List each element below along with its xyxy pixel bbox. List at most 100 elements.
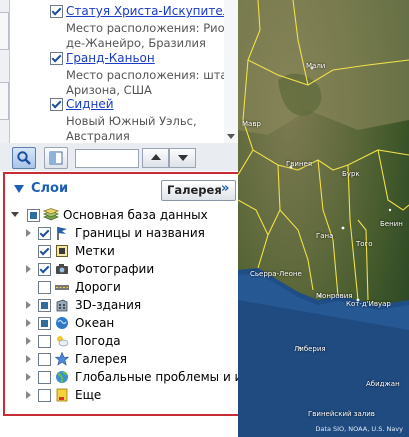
expand-arrow-icon[interactable] (26, 265, 31, 273)
move-down-button[interactable] (169, 148, 196, 168)
map-label: Того (356, 240, 373, 248)
search-input[interactable] (75, 149, 139, 168)
place-checkbox[interactable] (50, 52, 63, 65)
layer-checkbox[interactable] (38, 227, 51, 240)
layers-header[interactable]: Слои Галерея » (5, 174, 238, 204)
map-view[interactable]: Мали Мавр Гвинея Бурк Гана Того Бенин Мо… (238, 0, 409, 437)
layer-item-ocean[interactable]: Океан (5, 314, 238, 332)
layer-label: Метки (75, 244, 115, 258)
layer-checkbox[interactable] (38, 389, 51, 402)
layers-title: Слои (31, 181, 69, 196)
scroll-down-icon[interactable] (227, 134, 235, 139)
map-label: Гвинейский залив (308, 410, 375, 418)
layer-label: Океан (75, 316, 115, 330)
panel-toggle-button[interactable] (44, 147, 68, 169)
layer-label: Границы и названия (75, 226, 205, 240)
place-title-link[interactable]: Гранд-Каньон (66, 51, 155, 65)
layer-checkbox[interactable] (38, 299, 51, 312)
layer-label: 3D-здания (75, 298, 142, 312)
panel-icon (49, 151, 63, 165)
map-label: Бенин (380, 220, 403, 228)
side-tab[interactable] (0, 12, 9, 50)
place-description: Место расположения: штат Аризона, США (66, 68, 235, 97)
expand-arrow-icon[interactable] (26, 337, 31, 345)
expand-arrow-icon[interactable] (26, 355, 31, 363)
expand-arrow-icon[interactable] (26, 373, 31, 381)
magnifier-icon (17, 151, 31, 165)
label-icon (55, 244, 69, 258)
layer-checkbox[interactable] (38, 371, 51, 384)
layer-item-gallery[interactable]: Галерея (5, 350, 238, 368)
places-list: Статуя Христа-Искупителя Место расположе… (0, 0, 238, 144)
layer-checkbox[interactable] (38, 317, 51, 330)
place-description: Новый Южный Уэльс, Австралия (66, 114, 197, 143)
map-label: Мали (306, 62, 326, 70)
star-icon (54, 351, 70, 366)
layer-root[interactable]: Основная база данных (5, 206, 238, 224)
place-description: Место расположения: Рио-де-Жанейро, Браз… (66, 21, 229, 50)
layer-checkbox[interactable] (38, 353, 51, 366)
layer-label: Галерея (75, 352, 127, 366)
side-tab[interactable] (0, 82, 9, 120)
layer-label: Фотографии (75, 262, 155, 276)
collapse-triangle-icon[interactable] (14, 185, 24, 193)
layers-panel: Слои Галерея » Основная база данных Гран… (3, 172, 254, 416)
expand-arrow-icon[interactable] (26, 229, 31, 237)
map-label: Либерия (294, 345, 326, 353)
map-label: Бурк (342, 170, 360, 178)
layer-checkbox[interactable] (38, 263, 51, 276)
layer-item-global-issues[interactable]: Глобальные проблемы и и... (5, 368, 254, 386)
layer-checkbox[interactable] (38, 335, 51, 348)
expand-toggle-icon[interactable] (11, 212, 19, 217)
arrow-up-icon (151, 154, 161, 160)
place-checkbox[interactable] (50, 5, 63, 18)
layer-item-labels[interactable]: Метки (5, 242, 238, 260)
road-icon (55, 280, 69, 294)
map-label: Гана (316, 232, 334, 240)
place-title-link[interactable]: Сидней (66, 97, 114, 111)
layer-item-photos[interactable]: Фотографии (5, 260, 238, 278)
layer-item-weather[interactable]: Погода (5, 332, 238, 350)
arrow-down-icon (178, 155, 188, 161)
more-icon (55, 388, 69, 402)
place-title-link[interactable]: Статуя Христа-Искупителя (66, 4, 238, 18)
place-checkbox[interactable] (50, 98, 63, 111)
map-label: Монровия (316, 292, 353, 300)
layer-item-more[interactable]: Еще (5, 386, 238, 404)
map-label: Гвинея (286, 160, 313, 168)
map-label: Мавр (242, 120, 261, 128)
weather-icon (55, 334, 69, 348)
double-chevron-icon: » (221, 181, 230, 196)
layer-item-3d-buildings[interactable]: 3D-здания (5, 296, 238, 314)
expand-arrow-icon[interactable] (26, 301, 31, 309)
expand-arrow-icon[interactable] (26, 391, 31, 399)
database-icon (42, 208, 60, 222)
layer-checkbox[interactable] (38, 245, 51, 258)
layer-item-borders[interactable]: Границы и названия (5, 224, 238, 242)
camera-icon (55, 262, 69, 276)
map-label: Абиджан (366, 380, 400, 388)
flag-icon (55, 226, 69, 240)
expand-arrow-icon[interactable] (26, 319, 31, 327)
layer-checkbox[interactable] (27, 209, 40, 222)
map-label: Кот-д'Ивуар (346, 300, 391, 308)
move-up-button[interactable] (142, 148, 169, 168)
places-toolbar (0, 143, 238, 171)
layer-label: Дороги (75, 280, 121, 294)
places-scrollbar[interactable] (224, 0, 238, 143)
ocean-icon (55, 316, 69, 330)
building-icon (55, 298, 69, 312)
gallery-button-label: Галерея (167, 183, 222, 197)
map-copyright: Data SIO, NOAA, U.S. Navy (315, 425, 403, 433)
layer-label: Погода (75, 334, 121, 348)
map-label: Сьерра-Леоне (250, 270, 302, 278)
layer-checkbox[interactable] (38, 281, 51, 294)
layer-label: Глобальные проблемы и и... (75, 370, 254, 384)
layer-label: Еще (75, 388, 102, 402)
globe-icon (55, 370, 69, 384)
layer-item-roads[interactable]: Дороги (5, 278, 238, 296)
gallery-button[interactable]: Галерея » (161, 180, 236, 201)
layer-root-label: Основная база данных (63, 208, 208, 222)
sidebar-panel: Статуя Христа-Искупителя Место расположе… (0, 0, 254, 437)
search-button[interactable] (12, 147, 36, 169)
